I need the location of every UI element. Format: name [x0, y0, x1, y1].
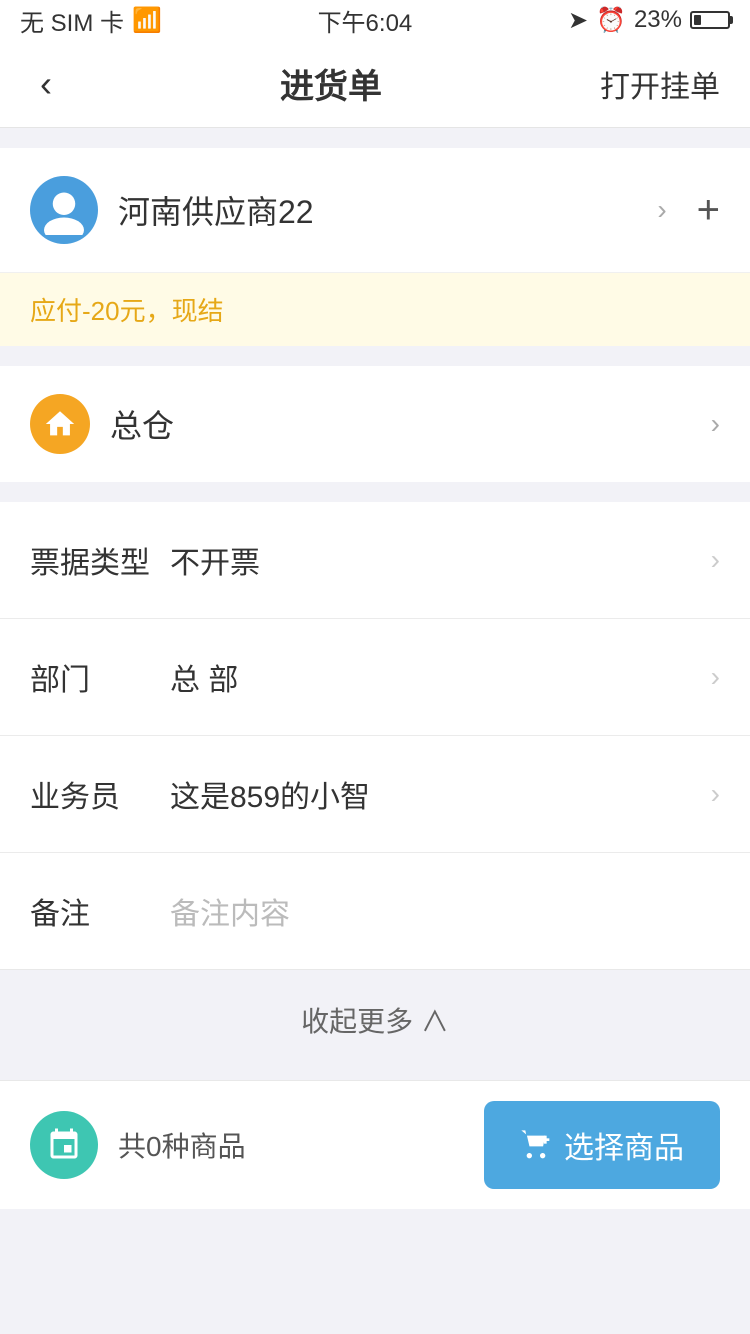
- wifi-icon: 📶: [132, 6, 162, 35]
- back-button[interactable]: ‹: [30, 53, 62, 115]
- invoice-label: 票据类型: [30, 538, 150, 582]
- salesman-value: 这是859的小智: [170, 772, 691, 816]
- section-gap-4: [0, 1070, 750, 1080]
- warehouse-name: 总仓: [110, 401, 691, 447]
- add-icon[interactable]: +: [697, 188, 720, 233]
- product-count-wrap: 共0种商品: [30, 1111, 246, 1179]
- supplier-section: 河南供应商22 › + 应付-20元，现结: [0, 148, 750, 346]
- status-bar: 无 SIM 卡 📶 下午6:04 ➤ ⏰ 23%: [0, 0, 750, 40]
- alarm-icon: ⏰: [596, 6, 626, 35]
- product-icon: [30, 1111, 98, 1179]
- warehouse-chevron-icon: ›: [711, 408, 720, 440]
- bottom-bar: 共0种商品 选择商品: [0, 1080, 750, 1209]
- status-right: ➤ ⏰ 23%: [568, 6, 730, 35]
- supplier-row[interactable]: 河南供应商22 › +: [0, 148, 750, 273]
- status-left: 无 SIM 卡 📶: [20, 3, 162, 38]
- chevron-right-icon: ›: [657, 194, 666, 226]
- warehouse-row[interactable]: 总仓 ›: [0, 366, 750, 482]
- open-pending-button[interactable]: 打开挂单: [600, 62, 720, 106]
- supplier-actions: › +: [657, 188, 720, 233]
- collapse-button[interactable]: 收起更多 ∧: [0, 969, 750, 1070]
- collapse-label: 收起更多 ∧: [301, 1000, 449, 1040]
- dept-label: 部门: [30, 655, 150, 699]
- remark-label: 备注: [30, 889, 150, 933]
- nav-bar: ‹ 进货单 打开挂单: [0, 40, 750, 128]
- product-count-text: 共0种商品: [118, 1125, 246, 1165]
- dept-value: 总 部: [170, 655, 691, 699]
- salesman-chevron-icon: ›: [711, 778, 720, 810]
- battery-text: 23%: [634, 6, 682, 34]
- select-product-label: 选择商品: [564, 1123, 684, 1167]
- dept-row[interactable]: 部门 总 部 ›: [0, 618, 750, 735]
- warehouse-section: 总仓 ›: [0, 366, 750, 482]
- page-title: 进货单: [280, 59, 382, 108]
- time-text: 下午6:04: [318, 3, 413, 38]
- select-product-icon: [520, 1129, 552, 1161]
- invoice-value: 不开票: [170, 538, 691, 582]
- form-section: 票据类型 不开票 › 部门 总 部 › 业务员 这是859的小智 › 备注 备注…: [0, 502, 750, 969]
- warehouse-icon: [30, 394, 90, 454]
- supplier-name: 河南供应商22: [118, 187, 637, 233]
- invoice-row[interactable]: 票据类型 不开票 ›: [0, 502, 750, 618]
- avatar: [30, 176, 98, 244]
- salesman-row[interactable]: 业务员 这是859的小智 ›: [0, 735, 750, 852]
- battery-icon: [690, 11, 730, 29]
- section-gap-2: [0, 346, 750, 366]
- salesman-label: 业务员: [30, 772, 150, 816]
- location-icon: ➤: [568, 6, 588, 35]
- section-gap-1: [0, 128, 750, 148]
- remark-row[interactable]: 备注 备注内容: [0, 852, 750, 969]
- select-product-button[interactable]: 选择商品: [484, 1101, 720, 1189]
- dept-chevron-icon: ›: [711, 661, 720, 693]
- invoice-chevron-icon: ›: [711, 544, 720, 576]
- remark-input[interactable]: 备注内容: [170, 889, 720, 933]
- notice-bar: 应付-20元，现结: [0, 273, 750, 346]
- section-gap-3: [0, 482, 750, 502]
- carrier-text: 无 SIM 卡: [20, 3, 124, 38]
